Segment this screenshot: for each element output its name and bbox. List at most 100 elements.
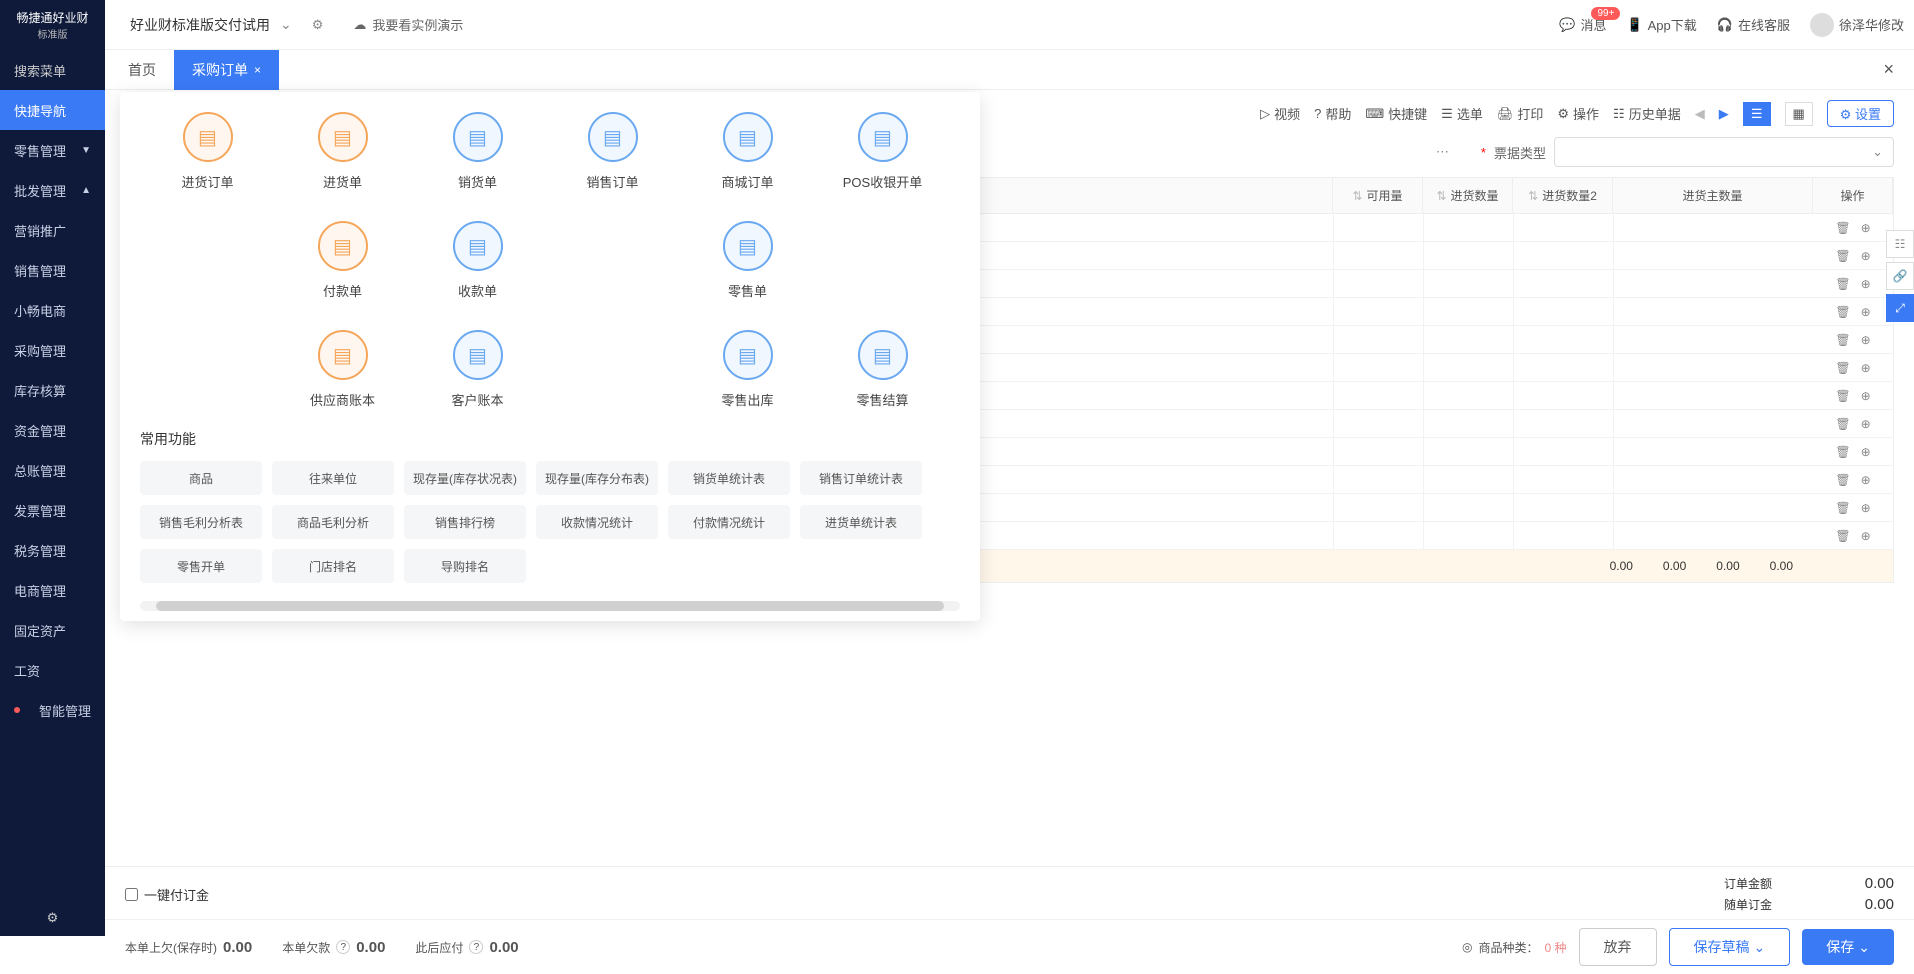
delete-icon[interactable]: 🗑 bbox=[1835, 249, 1850, 263]
common-button[interactable]: 商品 bbox=[140, 461, 262, 495]
flow-node[interactable]: ▤零售单 bbox=[680, 221, 815, 300]
app-download[interactable]: 📱App下载 bbox=[1626, 15, 1696, 34]
flow-node[interactable]: ▤进货单 bbox=[275, 112, 410, 191]
delete-icon[interactable]: 🗑 bbox=[1835, 277, 1850, 291]
th-qty2[interactable]: ⇅进货数量2 bbox=[1513, 178, 1613, 213]
scrollbar[interactable] bbox=[140, 601, 960, 611]
flow-node[interactable]: ▤销售订单 bbox=[545, 112, 680, 191]
add-icon[interactable]: ⊕ bbox=[1861, 277, 1871, 291]
common-button[interactable]: 收款情况统计 bbox=[536, 505, 658, 539]
common-button[interactable]: 进货单统计表 bbox=[800, 505, 922, 539]
flow-node[interactable]: ▤客户账本 bbox=[410, 330, 545, 409]
float-btn-expand[interactable]: ⤢ bbox=[1886, 294, 1914, 322]
delete-icon[interactable]: 🗑 bbox=[1835, 389, 1850, 403]
common-button[interactable]: 零售开单 bbox=[140, 549, 262, 583]
sidebar-item-tax[interactable]: 税务管理 bbox=[0, 530, 105, 570]
user-menu[interactable]: 徐泽华修改 bbox=[1810, 13, 1904, 37]
delete-icon[interactable]: 🗑 bbox=[1835, 501, 1850, 515]
support[interactable]: 🎧在线客服 bbox=[1717, 15, 1790, 34]
demo-link[interactable]: ☁ 我要看实例演示 bbox=[353, 15, 463, 34]
view-grid-icon[interactable]: ▦ bbox=[1785, 102, 1813, 126]
toolbar-help[interactable]: ?帮助 bbox=[1314, 104, 1351, 123]
flow-node[interactable]: ▤付款单 bbox=[275, 221, 410, 300]
float-btn-1[interactable]: ☷ bbox=[1886, 230, 1914, 258]
toolbar-shortcut[interactable]: ⌨快捷键 bbox=[1365, 104, 1427, 123]
close-icon[interactable]: × bbox=[254, 63, 261, 77]
sidebar-item-sales[interactable]: 销售管理 bbox=[0, 250, 105, 290]
add-icon[interactable]: ⊕ bbox=[1861, 249, 1871, 263]
tab-purchase-order[interactable]: 采购订单 × bbox=[174, 50, 279, 90]
flow-node[interactable]: ▤进货订单 bbox=[140, 112, 275, 191]
sidebar-settings[interactable]: ⚙ bbox=[0, 900, 105, 936]
sidebar-item-ledger[interactable]: 总账管理 bbox=[0, 450, 105, 490]
common-button[interactable]: 现存量(库存分布表) bbox=[536, 461, 658, 495]
prev-icon[interactable]: ◀ bbox=[1695, 106, 1705, 122]
add-icon[interactable]: ⊕ bbox=[1861, 389, 1871, 403]
sidebar-item-ecommerce[interactable]: 电商管理 bbox=[0, 570, 105, 610]
delete-icon[interactable]: 🗑 bbox=[1835, 305, 1850, 319]
add-icon[interactable]: ⊕ bbox=[1861, 501, 1871, 515]
flow-node[interactable]: ▤销货单 bbox=[410, 112, 545, 191]
delete-icon[interactable]: 🗑 bbox=[1835, 333, 1850, 347]
toolbar-operate[interactable]: ⚙操作 bbox=[1557, 104, 1599, 123]
dots-icon[interactable]: ⋯ bbox=[1436, 144, 1451, 160]
toolbar-video[interactable]: ▷视频 bbox=[1260, 104, 1300, 123]
sidebar-item-retail[interactable]: 零售管理▼ bbox=[0, 130, 105, 170]
common-button[interactable]: 导购排名 bbox=[404, 549, 526, 583]
common-button[interactable]: 销货单统计表 bbox=[668, 461, 790, 495]
common-button[interactable]: 销售订单统计表 bbox=[800, 461, 922, 495]
delete-icon[interactable]: 🗑 bbox=[1835, 221, 1850, 235]
toolbar-print[interactable]: 🖨打印 bbox=[1497, 104, 1544, 123]
th-available[interactable]: ⇅可用量 bbox=[1333, 178, 1423, 213]
add-icon[interactable]: ⊕ bbox=[1861, 473, 1871, 487]
close-all-icon[interactable]: × bbox=[1883, 59, 1894, 80]
abandon-button[interactable]: 放弃 bbox=[1579, 928, 1657, 966]
float-btn-2[interactable]: 🔗 bbox=[1886, 262, 1914, 290]
save-button[interactable]: 保存⌄ bbox=[1802, 929, 1894, 965]
onekey-checkbox[interactable]: 一键付订金 bbox=[125, 885, 209, 904]
scrollbar-thumb[interactable] bbox=[156, 601, 943, 611]
toolbar-select[interactable]: ☰选单 bbox=[1441, 104, 1483, 123]
settings-button[interactable]: ⚙ 设置 bbox=[1827, 100, 1894, 127]
gear-icon[interactable]: ⚙ bbox=[312, 17, 324, 33]
delete-icon[interactable]: 🗑 bbox=[1835, 529, 1850, 543]
flow-node[interactable]: ▤商城订单 bbox=[680, 112, 815, 191]
flow-node[interactable]: ▤零售出库 bbox=[680, 330, 815, 409]
sidebar-item-invoice[interactable]: 发票管理 bbox=[0, 490, 105, 530]
add-icon[interactable]: ⊕ bbox=[1861, 221, 1871, 235]
th-mainqty[interactable]: 进货主数量 bbox=[1613, 178, 1813, 213]
add-icon[interactable]: ⊕ bbox=[1861, 361, 1871, 375]
sidebar-item-purchase[interactable]: 采购管理 bbox=[0, 330, 105, 370]
sidebar-item-asset[interactable]: 固定资产 bbox=[0, 610, 105, 650]
add-icon[interactable]: ⊕ bbox=[1861, 529, 1871, 543]
delete-icon[interactable]: 🗑 bbox=[1835, 417, 1850, 431]
help-icon[interactable]: ? bbox=[469, 940, 483, 954]
flow-node[interactable]: ▤POS收银开单 bbox=[815, 112, 950, 191]
sidebar-item-ecom-lite[interactable]: 小畅电商 bbox=[0, 290, 105, 330]
sidebar-item-marketing[interactable]: 营销推广 bbox=[0, 210, 105, 250]
next-icon[interactable]: ▶ bbox=[1719, 106, 1729, 122]
common-button[interactable]: 往来单位 bbox=[272, 461, 394, 495]
sidebar-item-inventory[interactable]: 库存核算 bbox=[0, 370, 105, 410]
checkbox-input[interactable] bbox=[125, 888, 138, 901]
sidebar-search[interactable]: 搜索菜单 bbox=[0, 50, 105, 90]
sidebar-item-smart[interactable]: 智能管理 bbox=[0, 690, 105, 730]
common-button[interactable]: 商品毛利分析 bbox=[272, 505, 394, 539]
sidebar-quicknav[interactable]: 快捷导航 bbox=[0, 90, 105, 130]
th-qty1[interactable]: ⇅进货数量 bbox=[1423, 178, 1513, 213]
toolbar-history[interactable]: ☷历史单据 bbox=[1613, 104, 1681, 123]
add-icon[interactable]: ⊕ bbox=[1861, 445, 1871, 459]
common-button[interactable]: 现存量(库存状况表) bbox=[404, 461, 526, 495]
delete-icon[interactable]: 🗑 bbox=[1835, 473, 1850, 487]
save-draft-button[interactable]: 保存草稿⌄ bbox=[1669, 928, 1791, 966]
product-dropdown[interactable]: 好业财标准版交付试用 ⌄ bbox=[130, 15, 292, 35]
flow-node[interactable]: ▤供应商账本 bbox=[275, 330, 410, 409]
flow-node[interactable]: ▤零售结算 bbox=[815, 330, 950, 409]
common-button[interactable]: 门店排名 bbox=[272, 549, 394, 583]
tab-home[interactable]: 首页 bbox=[110, 50, 174, 90]
flow-node[interactable]: ▤收款单 bbox=[410, 221, 545, 300]
delete-icon[interactable]: 🗑 bbox=[1835, 445, 1850, 459]
view-list-icon[interactable]: ☰ bbox=[1743, 102, 1771, 126]
sidebar-item-wholesale[interactable]: 批发管理▲ bbox=[0, 170, 105, 210]
common-button[interactable]: 销售排行榜 bbox=[404, 505, 526, 539]
